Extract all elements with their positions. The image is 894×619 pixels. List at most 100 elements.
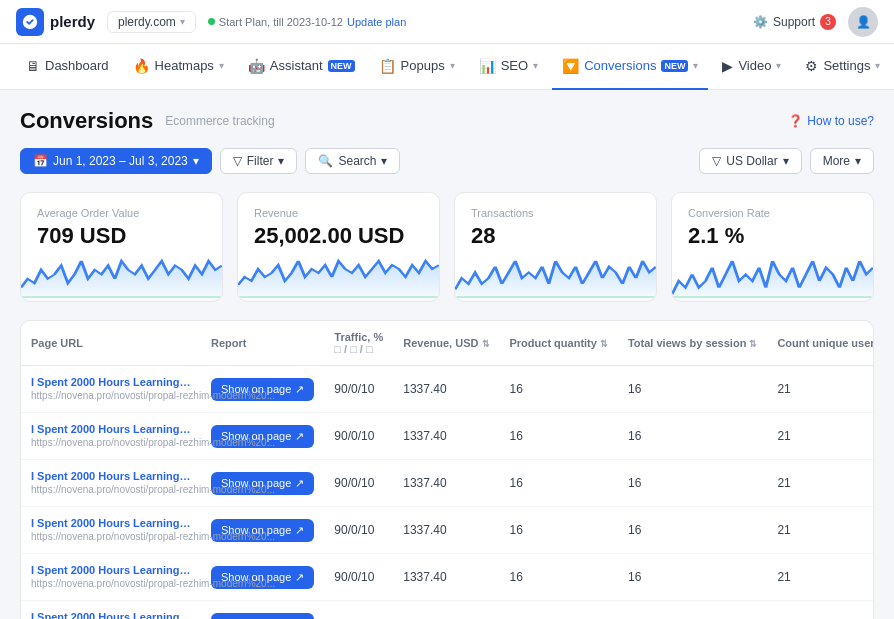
show-on-page-button-5[interactable]: Show on page ↗ (211, 613, 314, 620)
external-link-icon-3: ↗ (295, 524, 304, 537)
page-url-link-4[interactable]: I Spent 2000 Hours Learning How To Learn… (31, 564, 191, 576)
settings-chevron-icon: ▾ (875, 60, 880, 71)
nav-label-video: Video (738, 58, 771, 73)
cell-page-url-0: I Spent 2000 Hours Learning How To Learn… (21, 366, 201, 413)
video-chevron-icon: ▾ (776, 60, 781, 71)
main-navigation: 🖥 Dashboard 🔥 Heatmaps ▾ 🤖 Assistant NEW… (0, 44, 894, 90)
metric-card-1: Revenue 25,002.00 USD (237, 192, 440, 302)
revenue-sort-icon[interactable]: ⇅ (482, 339, 490, 349)
support-button[interactable]: ⚙️ Support 3 (753, 14, 836, 30)
domain-label: plerdy.com (118, 15, 176, 29)
search-chevron-icon: ▾ (381, 154, 387, 168)
page-url-link-0[interactable]: I Spent 2000 Hours Learning How To Learn… (31, 376, 191, 388)
card-value-1: 25,002.00 USD (254, 223, 423, 249)
update-plan-link[interactable]: Update plan (347, 16, 406, 28)
how-to-use-link[interactable]: ❓ How to use? (788, 114, 874, 128)
avatar[interactable]: 👤 (848, 7, 878, 37)
cell-traffic-0: 90/0/10 (324, 366, 393, 413)
card-value-2: 28 (471, 223, 640, 249)
conversions-new-badge: NEW (661, 60, 688, 72)
cell-total-views-0: 16 (618, 366, 767, 413)
currency-selector[interactable]: ▽ US Dollar ▾ (699, 148, 801, 174)
nav-label-seo: SEO (501, 58, 528, 73)
date-chevron-icon: ▾ (193, 154, 199, 168)
page-url-link-5[interactable]: I Spent 2000 Hours Learning How To Learn… (31, 611, 191, 619)
page-subtitle: Ecommerce tracking (165, 114, 274, 128)
currency-chevron-icon: ▾ (783, 154, 789, 168)
product-qty-sort-icon[interactable]: ⇅ (600, 339, 608, 349)
th-report: Report (201, 321, 324, 366)
dashboard-icon: 🖥 (26, 58, 40, 74)
cell-product-qty-3: 16 (500, 507, 618, 554)
cell-page-url-2: I Spent 2000 Hours Learning How To Learn… (21, 460, 201, 507)
card-label-3: Conversion Rate (688, 207, 857, 219)
external-link-icon-2: ↗ (295, 477, 304, 490)
table-row: I Spent 2000 Hours Learning How To Learn… (21, 601, 874, 620)
card-label-0: Average Order Value (37, 207, 206, 219)
external-link-icon-1: ↗ (295, 430, 304, 443)
th-traffic: Traffic, % □ / □ / □ (324, 321, 393, 366)
cell-count-unique-5: 21 (767, 601, 874, 620)
assistant-icon: 🤖 (248, 58, 265, 74)
metric-card-0: Average Order Value 709 USD (20, 192, 223, 302)
th-revenue: Revenue, USD ⇅ (393, 321, 499, 366)
nav-label-conversions: Conversions (584, 58, 656, 73)
metric-card-2: Transactions 28 (454, 192, 657, 302)
page-url-link-3[interactable]: I Spent 2000 Hours Learning How To Learn… (31, 517, 191, 529)
card-chart-0 (21, 253, 222, 301)
traffic-icons: □ / □ / □ (334, 343, 383, 355)
more-label: More (823, 154, 850, 168)
conversions-chevron-icon: ▾ (693, 60, 698, 71)
cell-revenue-2: 1337.40 (393, 460, 499, 507)
filter-label: Filter (247, 154, 274, 168)
cell-revenue-1: 1337.40 (393, 413, 499, 460)
page-header: Conversions Ecommerce tracking ❓ How to … (20, 108, 874, 134)
nav-item-heatmaps[interactable]: 🔥 Heatmaps ▾ (123, 44, 234, 90)
card-chart-3 (672, 253, 873, 301)
more-chevron-icon: ▾ (855, 154, 861, 168)
filters-right: ▽ US Dollar ▾ More ▾ (699, 148, 874, 174)
search-button[interactable]: 🔍 Search ▾ (305, 148, 400, 174)
cell-report-0: Show on page ↗ (201, 366, 324, 413)
page-title: Conversions (20, 108, 153, 134)
cell-total-views-1: 16 (618, 413, 767, 460)
seo-chevron-icon: ▾ (533, 60, 538, 71)
support-label: Support (773, 15, 815, 29)
nav-label-settings: Settings (823, 58, 870, 73)
table-row: I Spent 2000 Hours Learning How To Learn… (21, 460, 874, 507)
total-views-sort-icon[interactable]: ⇅ (749, 339, 757, 349)
nav-item-settings[interactable]: ⚙ Settings ▾ (795, 44, 890, 90)
cell-report-2: Show on page ↗ (201, 460, 324, 507)
date-filter-button[interactable]: 📅 Jun 1, 2023 – Jul 3, 2023 ▾ (20, 148, 212, 174)
support-badge: 3 (820, 14, 836, 30)
nav-item-assistant[interactable]: 🤖 Assistant NEW (238, 44, 365, 90)
nav-item-popups[interactable]: 📋 Popups ▾ (369, 44, 465, 90)
nav-label-dashboard: Dashboard (45, 58, 109, 73)
cell-product-qty-5: 16 (500, 601, 618, 620)
metric-cards: Average Order Value 709 USD Revenue 25,0… (20, 192, 874, 302)
search-icon: 🔍 (318, 154, 333, 168)
cell-page-url-1: I Spent 2000 Hours Learning How To Learn… (21, 413, 201, 460)
heatmaps-chevron-icon: ▾ (219, 60, 224, 71)
nav-item-video[interactable]: ▶ Video ▾ (712, 44, 791, 90)
card-chart-2 (455, 253, 656, 301)
domain-selector[interactable]: plerdy.com ▾ (107, 11, 196, 33)
nav-item-dashboard[interactable]: 🖥 Dashboard (16, 44, 119, 90)
table-row: I Spent 2000 Hours Learning How To Learn… (21, 554, 874, 601)
currency-filter-icon: ▽ (712, 154, 721, 168)
nav-item-conversions[interactable]: 🔽 Conversions NEW ▾ (552, 44, 708, 90)
filter-button[interactable]: ▽ Filter ▾ (220, 148, 298, 174)
calendar-icon: 📅 (33, 154, 48, 168)
page-url-link-2[interactable]: I Spent 2000 Hours Learning How To Learn… (31, 470, 191, 482)
cell-page-url-3: I Spent 2000 Hours Learning How To Learn… (21, 507, 201, 554)
popups-icon: 📋 (379, 58, 396, 74)
page-url-link-1[interactable]: I Spent 2000 Hours Learning How To Learn… (31, 423, 191, 435)
more-button[interactable]: More ▾ (810, 148, 874, 174)
card-value-0: 709 USD (37, 223, 206, 249)
card-value-3: 2.1 % (688, 223, 857, 249)
nav-item-seo[interactable]: 📊 SEO ▾ (469, 44, 548, 90)
cell-revenue-3: 1337.40 (393, 507, 499, 554)
nav-label-assistant: Assistant (270, 58, 323, 73)
external-link-icon-0: ↗ (295, 383, 304, 396)
data-table: Page URL Report Traffic, % □ / □ / □ Rev… (21, 321, 874, 619)
